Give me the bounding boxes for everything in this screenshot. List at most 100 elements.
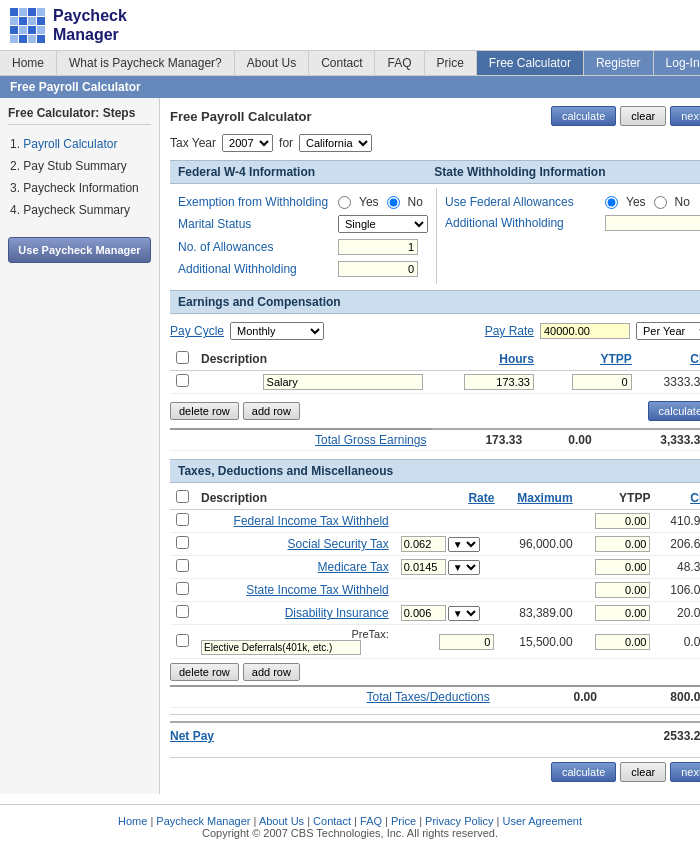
medicare-cp: 48.33 [656, 556, 700, 579]
taxes-add-row-btn[interactable]: add row [243, 663, 300, 681]
state-additional-input[interactable] [605, 215, 700, 231]
tax-check-ss[interactable] [176, 536, 189, 549]
use-federal-label[interactable]: Use Federal Allowances [445, 195, 605, 209]
sidebar-link-payroll[interactable]: Payroll Calculator [23, 137, 117, 151]
taxes-col-rate[interactable]: Rate [395, 487, 501, 510]
footer-agreement[interactable]: User Agreement [503, 815, 582, 827]
pretax-ytpp[interactable] [595, 634, 650, 650]
state-tax-ytpp[interactable] [595, 582, 650, 598]
net-pay-label[interactable]: Net Pay [170, 729, 633, 743]
ss-rate-select[interactable]: ▼ [448, 537, 480, 552]
tax-year-select[interactable]: 2007 [222, 134, 273, 152]
earnings-row-check[interactable] [176, 374, 189, 387]
marital-row: Marital Status Single Married [178, 212, 428, 236]
nav-price[interactable]: Price [425, 51, 477, 75]
nav-login[interactable]: Log-In [654, 51, 700, 75]
taxes-total-table: Total Taxes/Deductions 0.00 800.04 [170, 685, 700, 708]
pay-cycle-select[interactable]: Monthly Weekly Bi-Weekly Semi-Monthly Qu… [230, 322, 324, 340]
taxes-delete-row-btn[interactable]: delete row [170, 663, 239, 681]
nav-about[interactable]: About Us [235, 51, 309, 75]
ss-tax-label[interactable]: Social Security Tax [288, 537, 389, 551]
exemption-no-radio[interactable] [387, 196, 400, 209]
taxes-check-all[interactable] [176, 490, 189, 503]
pay-rate-label[interactable]: Pay Rate [485, 324, 534, 338]
disability-rate-input[interactable] [401, 605, 446, 621]
earnings-check-all[interactable] [176, 351, 189, 364]
total-gross-label[interactable]: Total Gross Earnings [315, 433, 426, 447]
clear-button-bottom[interactable]: clear [620, 762, 666, 782]
ss-ytpp[interactable] [595, 536, 650, 552]
allowances-label[interactable]: No. of Allowances [178, 240, 338, 254]
content-title: Free Payroll Calculator [170, 109, 312, 124]
salary-description-input[interactable] [263, 374, 423, 390]
federal-tax-ytpp[interactable] [595, 513, 650, 529]
pretax-type-input[interactable] [201, 640, 361, 655]
medicare-rate-input[interactable] [401, 559, 446, 575]
next-button-top[interactable]: next [670, 106, 700, 126]
footer-contact[interactable]: Contact [313, 815, 351, 827]
pretax-rate-input[interactable] [439, 634, 494, 650]
clear-button-top[interactable]: clear [620, 106, 666, 126]
earnings-col-hours[interactable]: Hours [429, 348, 540, 371]
salary-ytpp-input[interactable] [572, 374, 632, 390]
federal-state-section: Federal W-4 Information State Withholdin… [170, 160, 700, 184]
earnings-col-ytpp[interactable]: YTPP [540, 348, 638, 371]
tax-check-state[interactable] [176, 582, 189, 595]
footer-paycheck-manager[interactable]: Paycheck Manager [156, 815, 250, 827]
use-federal-radio-group: Yes No [605, 195, 690, 209]
earnings-delete-row-btn[interactable]: delete row [170, 402, 239, 420]
footer-faq[interactable]: FAQ [360, 815, 382, 827]
nav-contact[interactable]: Contact [309, 51, 375, 75]
nav-faq[interactable]: FAQ [375, 51, 424, 75]
use-paycheck-button[interactable]: Use Paycheck Manager [8, 237, 151, 263]
salary-hours-input[interactable] [464, 374, 534, 390]
earnings-add-row-btn[interactable]: add row [243, 402, 300, 420]
footer-home[interactable]: Home [118, 815, 147, 827]
tax-check-disability[interactable] [176, 605, 189, 618]
nav-what[interactable]: What is Paycheck Manager? [57, 51, 235, 75]
state-tax-label[interactable]: State Income Tax Withheld [246, 583, 389, 597]
medicare-label[interactable]: Medicare Tax [318, 560, 389, 574]
taxes-section-header: Taxes, Deductions and Miscellaneous [170, 459, 700, 483]
state-additional-label[interactable]: Additional Withholding [445, 216, 605, 230]
pay-rate-input[interactable] [540, 323, 630, 339]
nav-register[interactable]: Register [584, 51, 654, 75]
marital-select[interactable]: Single Married [338, 215, 428, 233]
disability-ytpp[interactable] [595, 605, 650, 621]
nav-free-calculator[interactable]: Free Calculator [477, 51, 584, 75]
calculate-button-top[interactable]: calculate [551, 106, 616, 126]
total-taxes-label[interactable]: Total Taxes/Deductions [367, 690, 490, 704]
ss-rate-input[interactable] [401, 536, 446, 552]
sidebar: Free Calculator: Steps 1. Payroll Calcul… [0, 98, 160, 794]
taxes-col-maximum[interactable]: Maximum [500, 487, 578, 510]
footer-price[interactable]: Price [391, 815, 416, 827]
tax-check-pretax[interactable] [176, 634, 189, 647]
additional-withholding-input[interactable] [338, 261, 418, 277]
federal-tax-label[interactable]: Federal Income Tax Withheld [234, 514, 389, 528]
tax-check-medicare[interactable] [176, 559, 189, 572]
use-federal-yes-radio[interactable] [605, 196, 618, 209]
earnings-calculate-btn[interactable]: calculate [648, 401, 700, 421]
tax-check-federal[interactable] [176, 513, 189, 526]
medicare-rate-select[interactable]: ▼ [448, 560, 480, 575]
calculate-button-bottom[interactable]: calculate [551, 762, 616, 782]
total-gross-cp: 3,333.33 [598, 429, 700, 451]
state-select[interactable]: California [299, 134, 372, 152]
nav-home[interactable]: Home [0, 51, 57, 75]
disability-label[interactable]: Disability Insurance [285, 606, 389, 620]
footer-about[interactable]: About Us [259, 815, 304, 827]
exemption-label[interactable]: Exemption from Withholding [178, 195, 338, 209]
earnings-col-cp[interactable]: CP [638, 348, 700, 371]
disability-rate-select[interactable]: ▼ [448, 606, 480, 621]
next-button-bottom[interactable]: next [670, 762, 700, 782]
exemption-yes-radio[interactable] [338, 196, 351, 209]
allowances-input[interactable] [338, 239, 418, 255]
per-year-select[interactable]: Per Year Per Month Per Hour [636, 322, 700, 340]
additional-withholding-label[interactable]: Additional Withholding [178, 262, 338, 276]
taxes-col-cp[interactable]: CP [656, 487, 700, 510]
pay-cycle-label[interactable]: Pay Cycle [170, 324, 224, 338]
footer-privacy[interactable]: Privacy Policy [425, 815, 493, 827]
marital-label[interactable]: Marital Status [178, 217, 338, 231]
use-federal-no-radio[interactable] [654, 196, 667, 209]
medicare-ytpp[interactable] [595, 559, 650, 575]
